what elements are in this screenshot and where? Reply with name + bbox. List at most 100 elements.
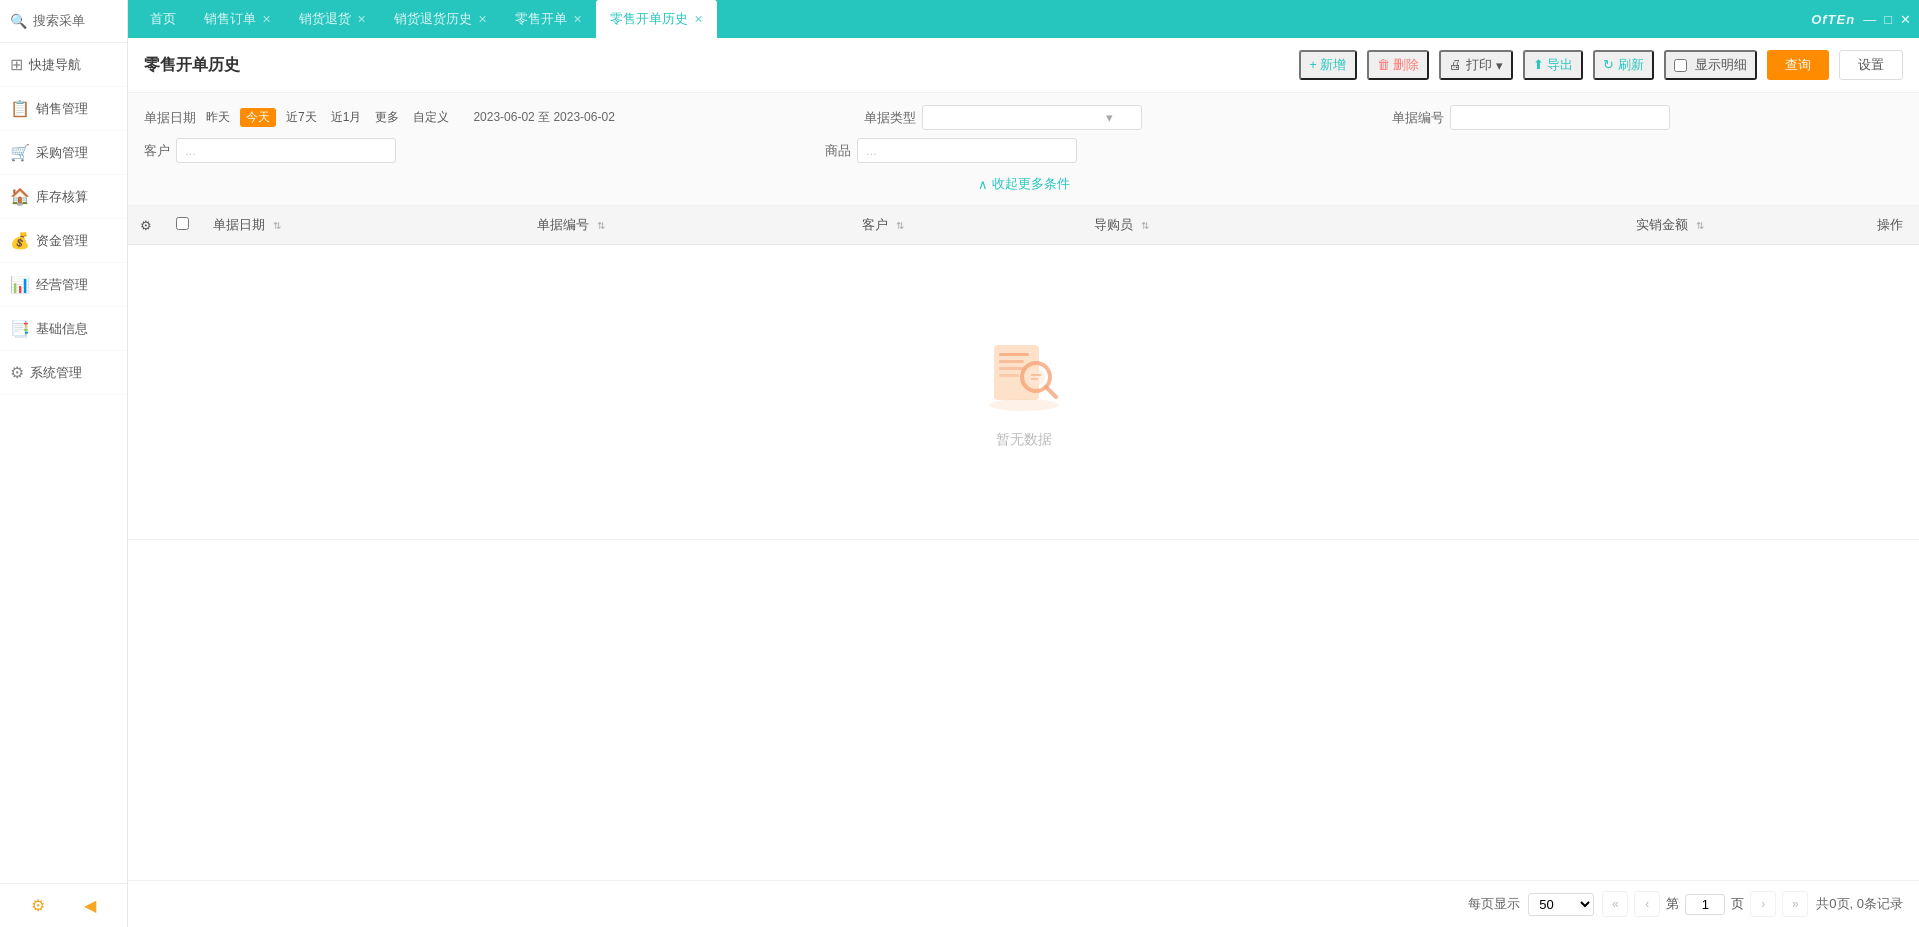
collapse-sidebar-button[interactable]: ◀: [84, 896, 96, 915]
tab-home[interactable]: 首页: [136, 0, 190, 38]
th-date-sort-icon[interactable]: ⇅: [273, 220, 281, 231]
show-detail-checkbox[interactable]: [1674, 59, 1687, 72]
date-last1month[interactable]: 近1月: [327, 108, 366, 127]
order-type-arrow-icon: ▾: [1106, 110, 1113, 125]
th-settings[interactable]: ⚙: [128, 206, 164, 245]
select-all-checkbox[interactable]: [176, 217, 189, 230]
empty-cell: 暂无数据: [128, 245, 1919, 540]
empty-state: 暂无数据: [140, 255, 1907, 529]
minimize-button[interactable]: —: [1863, 12, 1876, 27]
order-no-input[interactable]: [1450, 105, 1670, 130]
close-tab-retail-open-history[interactable]: ✕: [694, 13, 703, 26]
date-range-item: 2023-06-02 至 2023-06-02: [469, 109, 614, 126]
setting-button[interactable]: 设置: [1839, 50, 1903, 80]
sidebar-item-label: 快捷导航: [29, 56, 81, 74]
page-size-select[interactable]: 50 100 200: [1528, 893, 1594, 916]
inventory-mgmt-icon: 🏠: [10, 187, 30, 206]
close-window-button[interactable]: ✕: [1900, 12, 1911, 27]
th-amount-sort-icon[interactable]: ⇅: [1696, 220, 1704, 231]
show-detail-button[interactable]: 显示明细: [1664, 50, 1757, 80]
close-tab-sales-return[interactable]: ✕: [357, 13, 366, 26]
table-body: 暂无数据: [128, 245, 1919, 540]
tab-retail-open-history[interactable]: 零售开单历史 ✕: [596, 0, 717, 38]
svg-point-7: [1027, 368, 1045, 386]
last-page-button[interactable]: »: [1782, 891, 1808, 917]
th-customer-sort-icon[interactable]: ⇅: [896, 220, 904, 231]
th-guide-sort-icon[interactable]: ⇅: [1141, 220, 1149, 231]
sidebar-item-label: 采购管理: [36, 144, 88, 162]
sidebar-item-label: 基础信息: [36, 320, 88, 338]
topbar-right: OfTEn — □ ✕: [1811, 12, 1911, 27]
close-tab-sales-order[interactable]: ✕: [262, 13, 271, 26]
close-tab-retail-open[interactable]: ✕: [573, 13, 582, 26]
pagination: 每页显示 50 100 200 « ‹ 第 页 › »: [128, 880, 1919, 927]
maximize-button[interactable]: □: [1884, 12, 1892, 27]
order-type-select[interactable]: ▾: [922, 105, 1142, 130]
next-page-icon: ›: [1761, 897, 1765, 911]
settings-footer-button[interactable]: ⚙: [31, 896, 45, 915]
customer-label: 客户: [144, 142, 170, 160]
current-page-input[interactable]: [1685, 894, 1725, 915]
sidebar-item-sales-mgmt[interactable]: 📋 销售管理: [0, 87, 127, 131]
sidebar-search[interactable]: 🔍 搜索采单: [0, 0, 127, 43]
date-last7[interactable]: 近7天: [282, 108, 321, 127]
th-customer: 客户 ⇅: [850, 206, 1082, 245]
sidebar-item-quick-nav[interactable]: ⊞ 快捷导航: [0, 43, 127, 87]
customer-select[interactable]: ...: [176, 138, 396, 163]
topbar-brand: OfTEn: [1811, 12, 1855, 27]
last-page-icon: »: [1792, 897, 1799, 911]
sidebar-item-label: 系统管理: [30, 364, 82, 382]
prev-page-button[interactable]: ‹: [1634, 891, 1660, 917]
next-page-button[interactable]: ›: [1750, 891, 1776, 917]
topbar: 首页 销售订单 ✕ 销货退货 ✕ 销货退货历史 ✕ 零售开单 ✕ 零售开单历史 …: [128, 0, 1919, 38]
prev-page-icon: ‹: [1645, 897, 1649, 911]
th-order-no-sort-icon[interactable]: ⇅: [597, 220, 605, 231]
sidebar-item-system-mgmt[interactable]: ⚙ 系统管理: [0, 351, 127, 395]
delete-button[interactable]: 🗑 删除: [1367, 50, 1430, 80]
query-button[interactable]: 查询: [1767, 50, 1829, 80]
goods-select[interactable]: ...: [857, 138, 1077, 163]
refresh-button[interactable]: ↻ 刷新: [1593, 50, 1654, 80]
first-page-button[interactable]: «: [1602, 891, 1628, 917]
table-area: ⚙ 单据日期 ⇅ 单据编号 ⇅: [128, 206, 1919, 880]
sidebar-item-basic-info[interactable]: 📑 基础信息: [0, 307, 127, 351]
sidebar-item-finance-mgmt[interactable]: 💰 资金管理: [0, 219, 127, 263]
svg-line-8: [1046, 387, 1056, 397]
order-no-filter: 单据编号: [1392, 105, 1670, 130]
sidebar-item-operation-mgmt[interactable]: 📊 经营管理: [0, 263, 127, 307]
th-customer-label: 客户: [862, 217, 888, 232]
page-word: 页: [1731, 895, 1744, 913]
operation-mgmt-icon: 📊: [10, 275, 30, 294]
sidebar-item-purchase-mgmt[interactable]: 🛒 采购管理: [0, 131, 127, 175]
page-header: 零售开单历史 + 新增 🗑 删除 🖨 打印 ▾ ⬆ 导出 ↻ 刷新: [128, 38, 1919, 93]
column-settings-icon[interactable]: ⚙: [140, 218, 152, 233]
th-amount: 实销金额 ⇅: [1361, 206, 1728, 245]
empty-illustration: [974, 335, 1074, 415]
sidebar-item-label: 资金管理: [36, 232, 88, 250]
th-checkbox: [164, 206, 201, 245]
tab-sales-order[interactable]: 销售订单 ✕: [190, 0, 285, 38]
close-tab-sales-return-history[interactable]: ✕: [478, 13, 487, 26]
date-custom[interactable]: 自定义: [409, 108, 453, 127]
tab-sales-return-history[interactable]: 销货退货历史 ✕: [380, 0, 501, 38]
more-conditions-toggle[interactable]: ∧ 收起更多条件: [144, 171, 1903, 197]
print-button[interactable]: 🖨 打印 ▾: [1439, 50, 1513, 80]
th-order-no: 单据编号 ⇅: [525, 206, 849, 245]
sidebar: 🔍 搜索采单 ⊞ 快捷导航 📋 销售管理 🛒 采购管理 🏠 库存核算 💰 资金管…: [0, 0, 128, 927]
svg-rect-2: [999, 353, 1029, 356]
order-no-label: 单据编号: [1392, 109, 1444, 127]
sidebar-item-inventory-mgmt[interactable]: 🏠 库存核算: [0, 175, 127, 219]
more-conditions-label: ∧ 收起更多条件: [978, 175, 1070, 193]
empty-row: 暂无数据: [128, 245, 1919, 540]
page-total: 共0页, 0条记录: [1816, 895, 1903, 913]
th-action: 操作: [1728, 206, 1919, 245]
tab-sales-return[interactable]: 销货退货 ✕: [285, 0, 380, 38]
date-yesterday[interactable]: 昨天: [202, 108, 234, 127]
tab-retail-open[interactable]: 零售开单 ✕: [501, 0, 596, 38]
add-button[interactable]: + 新增: [1299, 50, 1356, 80]
date-today[interactable]: 今天: [240, 108, 276, 127]
svg-rect-3: [999, 360, 1024, 363]
export-button[interactable]: ⬆ 导出: [1523, 50, 1584, 80]
date-filter-label: 单据日期: [144, 109, 196, 127]
date-more[interactable]: 更多: [371, 108, 403, 127]
